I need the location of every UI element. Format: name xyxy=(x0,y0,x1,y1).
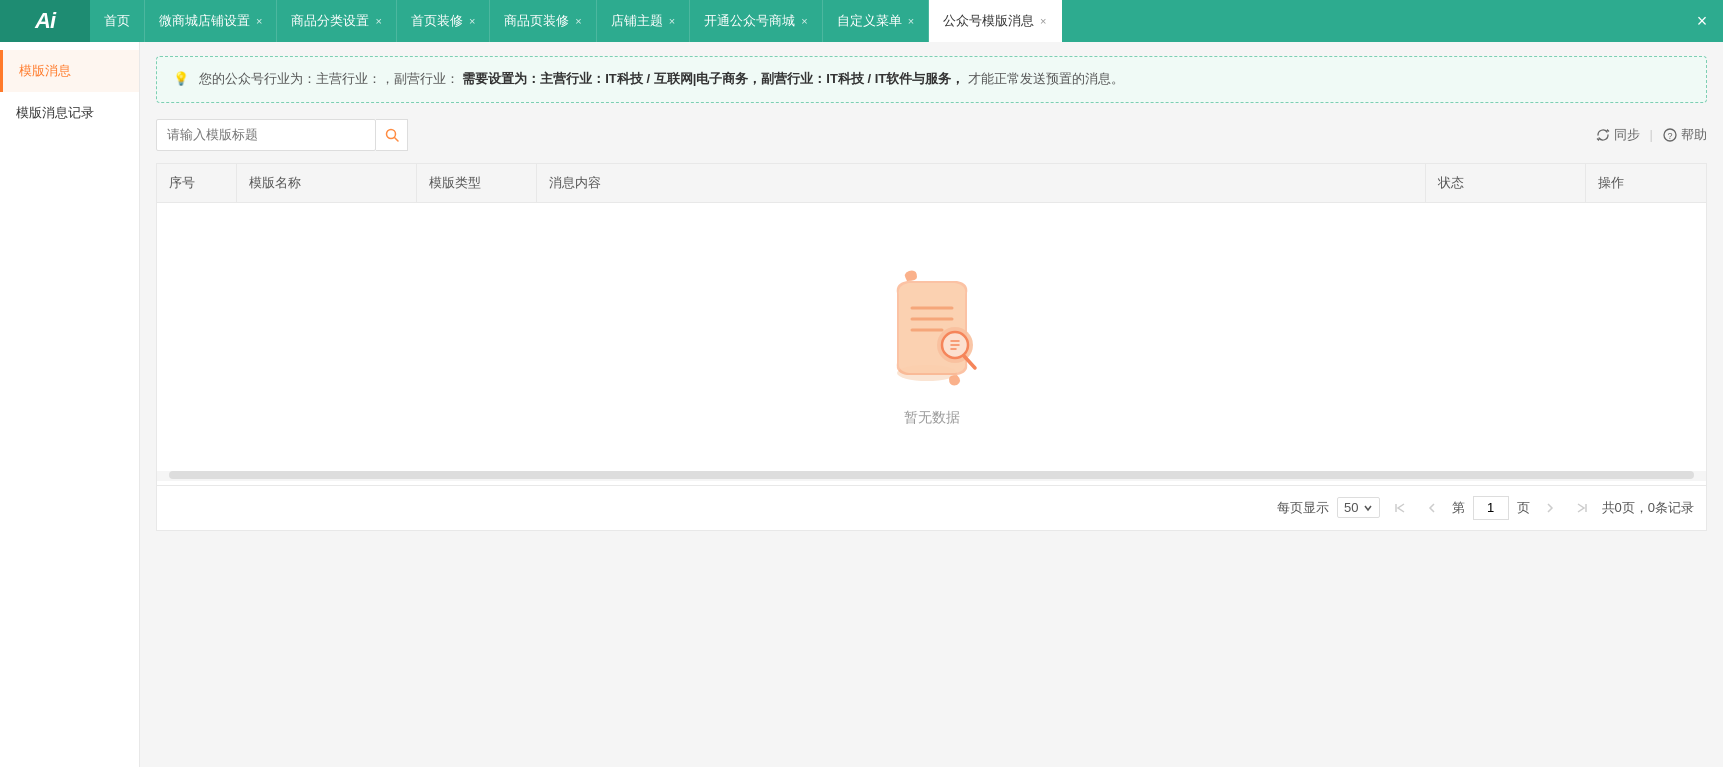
notice-box: 💡 您的公众号行业为：主营行业：，副营行业： 需要设置为：主营行业：IT科技 /… xyxy=(156,56,1707,103)
toolbar-right: 同步 | ? 帮助 xyxy=(1596,126,1707,144)
empty-text: 暂无数据 xyxy=(904,409,960,427)
page-size-select[interactable]: 50 xyxy=(1337,497,1379,518)
svg-line-1 xyxy=(394,137,398,141)
sidebar-item-template-record-label: 模版消息记录 xyxy=(16,105,94,120)
notice-icon: 💡 xyxy=(173,71,189,86)
tab-product-decor-close[interactable]: × xyxy=(575,15,581,27)
pagination: 每页显示 50 第 xyxy=(157,485,1706,530)
tab-home-decor-label: 首页装修 xyxy=(411,12,463,30)
chevron-down-icon xyxy=(1363,503,1373,513)
svg-text:?: ? xyxy=(1667,131,1672,141)
total-label: 共0页，0条记录 xyxy=(1602,499,1694,517)
sidebar: 模版消息 模版消息记录 xyxy=(0,42,140,767)
next-page-icon xyxy=(1544,502,1556,514)
page-suffix: 页 xyxy=(1517,499,1530,517)
horizontal-scrollbar[interactable] xyxy=(157,471,1706,481)
tab-shop-theme-close[interactable]: × xyxy=(669,15,675,27)
nav-tabs: 首页 微商城店铺设置 × 商品分类设置 × 首页装修 × 商品页装修 × 店铺主… xyxy=(90,0,1681,42)
tab-wsc-shop-close[interactable]: × xyxy=(256,15,262,27)
tab-wsc-shop[interactable]: 微商城店铺设置 × xyxy=(145,0,277,42)
tab-shop-theme[interactable]: 店铺主题 × xyxy=(597,0,690,42)
help-label: 帮助 xyxy=(1681,126,1707,144)
tab-home-label: 首页 xyxy=(104,12,130,30)
sidebar-item-template-msg[interactable]: 模版消息 xyxy=(0,50,139,92)
sidebar-item-template-record[interactable]: 模版消息记录 xyxy=(0,92,139,134)
first-page-button[interactable] xyxy=(1388,496,1412,520)
first-page-icon xyxy=(1394,502,1406,514)
tab-custom-menu-close[interactable]: × xyxy=(908,15,914,27)
tab-open-mall-close[interactable]: × xyxy=(801,15,807,27)
tab-open-mall[interactable]: 开通公众号商城 × xyxy=(690,0,822,42)
per-page-label: 每页显示 xyxy=(1277,499,1329,517)
sync-icon xyxy=(1596,128,1610,142)
search-button[interactable] xyxy=(376,119,408,151)
col-name: 模版名称 xyxy=(237,164,417,202)
col-action: 操作 xyxy=(1586,164,1706,202)
col-status: 状态 xyxy=(1426,164,1586,202)
tab-category-label: 商品分类设置 xyxy=(291,12,369,30)
main-layout: 模版消息 模版消息记录 💡 您的公众号行业为：主营行业：，副营行业： 需要设置为… xyxy=(0,42,1723,767)
tab-home-decor-close[interactable]: × xyxy=(469,15,475,27)
sidebar-item-template-msg-label: 模版消息 xyxy=(19,63,71,78)
tab-template-msg-close[interactable]: × xyxy=(1040,15,1046,27)
empty-state: 暂无数据 xyxy=(157,203,1706,467)
col-seq: 序号 xyxy=(157,164,237,202)
sync-label: 同步 xyxy=(1614,126,1640,144)
toolbar-divider: | xyxy=(1650,127,1653,142)
logo[interactable]: Ai xyxy=(0,0,90,42)
tab-category[interactable]: 商品分类设置 × xyxy=(277,0,396,42)
top-nav: Ai 首页 微商城店铺设置 × 商品分类设置 × 首页装修 × 商品页装修 × … xyxy=(0,0,1723,42)
table-header: 序号 模版名称 模版类型 消息内容 状态 操作 xyxy=(157,164,1706,203)
prev-page-icon xyxy=(1426,502,1438,514)
tab-template-msg[interactable]: 公众号模版消息 × xyxy=(929,0,1061,42)
sync-button[interactable]: 同步 xyxy=(1596,126,1640,144)
data-table: 序号 模版名称 模版类型 消息内容 状态 操作 xyxy=(156,163,1707,531)
notice-text-after: 才能正常发送预置的消息。 xyxy=(968,71,1124,86)
prev-page-button[interactable] xyxy=(1420,496,1444,520)
col-type: 模版类型 xyxy=(417,164,537,202)
notice-text-before: 您的公众号行业为：主营行业：，副营行业： xyxy=(199,71,459,86)
tab-product-decor-label: 商品页装修 xyxy=(504,12,569,30)
page-number-input[interactable] xyxy=(1473,496,1509,520)
last-page-icon xyxy=(1576,502,1588,514)
tab-product-decor[interactable]: 商品页装修 × xyxy=(490,0,596,42)
tab-category-close[interactable]: × xyxy=(375,15,381,27)
tab-wsc-shop-label: 微商城店铺设置 xyxy=(159,12,250,30)
content-area: 💡 您的公众号行业为：主营行业：，副营行业： 需要设置为：主营行业：IT科技 /… xyxy=(140,42,1723,767)
search-input[interactable] xyxy=(156,119,376,151)
empty-illustration xyxy=(867,263,997,393)
next-page-button[interactable] xyxy=(1538,496,1562,520)
window-close-button[interactable]: × xyxy=(1681,0,1723,42)
tab-custom-menu-label: 自定义菜单 xyxy=(837,12,902,30)
tab-home[interactable]: 首页 xyxy=(90,0,145,42)
search-icon xyxy=(385,128,399,142)
help-button[interactable]: ? 帮助 xyxy=(1663,126,1707,144)
scrollbar-track xyxy=(169,471,1694,479)
tab-shop-theme-label: 店铺主题 xyxy=(611,12,663,30)
tab-template-msg-label: 公众号模版消息 xyxy=(943,12,1034,30)
tab-open-mall-label: 开通公众号商城 xyxy=(704,12,795,30)
tab-home-decor[interactable]: 首页装修 × xyxy=(397,0,490,42)
col-content: 消息内容 xyxy=(537,164,1426,202)
notice-highlight: 需要设置为：主营行业：IT科技 / 互联网|电子商务，副营行业：IT科技 / I… xyxy=(462,71,964,86)
tab-custom-menu[interactable]: 自定义菜单 × xyxy=(823,0,929,42)
last-page-button[interactable] xyxy=(1570,496,1594,520)
page-size-value: 50 xyxy=(1344,500,1358,515)
help-icon: ? xyxy=(1663,128,1677,142)
search-bar: 同步 | ? 帮助 xyxy=(156,119,1707,151)
page-label: 第 xyxy=(1452,499,1465,517)
